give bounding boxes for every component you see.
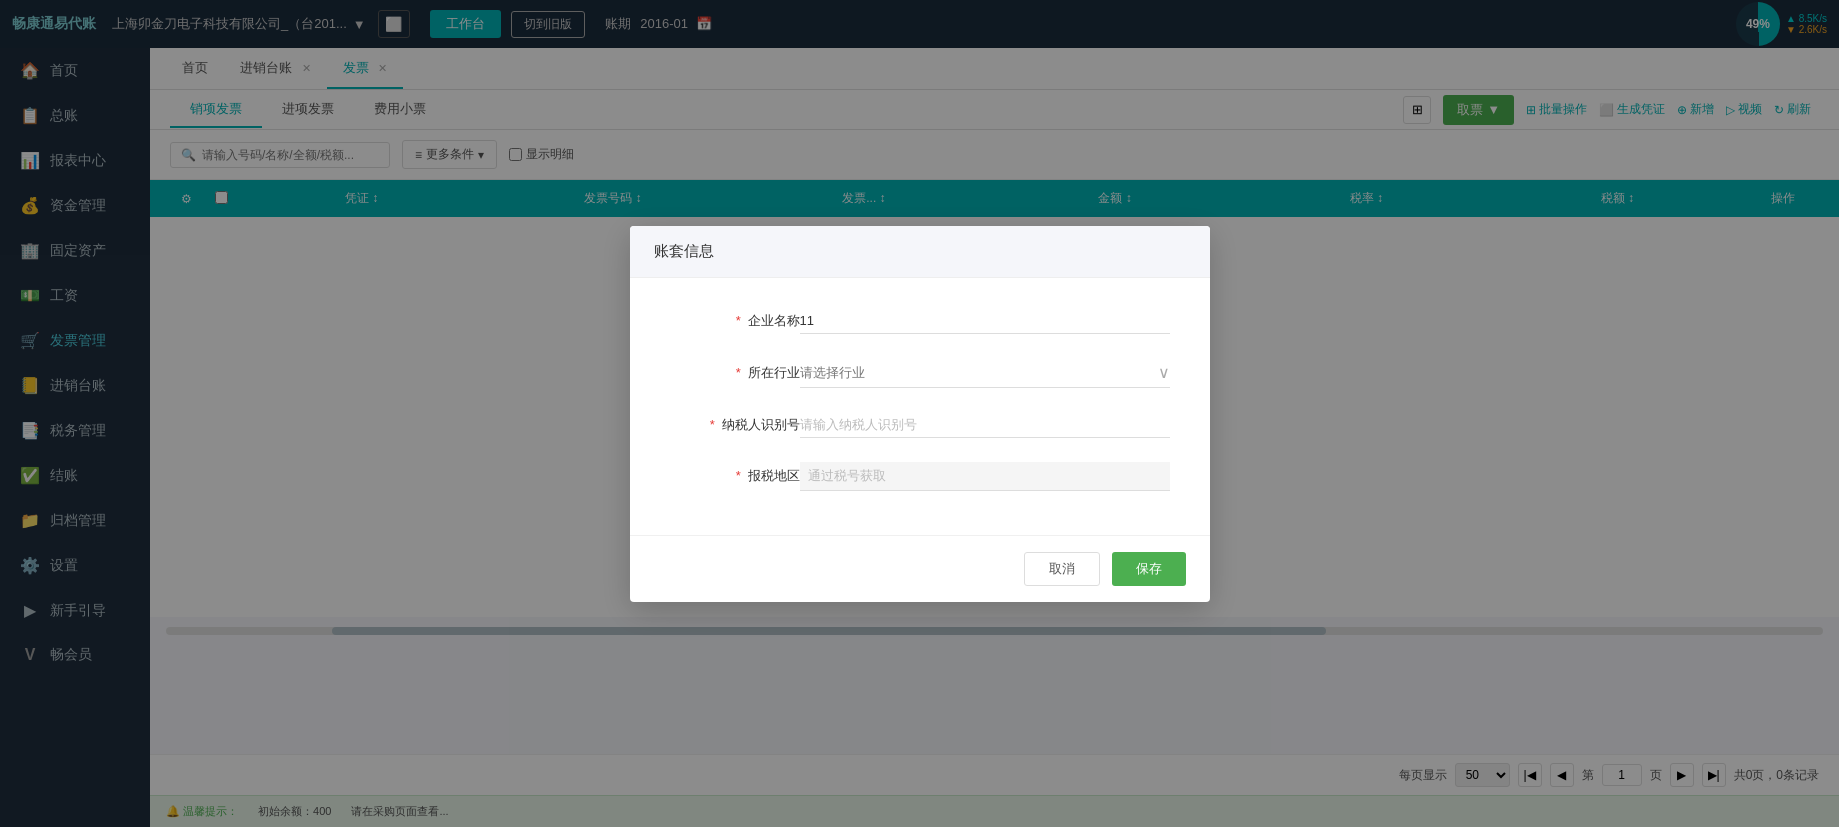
modal-title: 账套信息 xyxy=(630,226,1210,278)
company-name-label: * 企业名称 xyxy=(670,312,800,330)
tax-id-label: * 纳税人识别号 xyxy=(670,416,800,434)
modal-footer: 取消 保存 xyxy=(630,535,1210,602)
tax-region-display: 通过税号获取 xyxy=(800,462,1170,491)
industry-label: * 所在行业 xyxy=(670,364,800,382)
modal-overlay: 账套信息 * 企业名称 * 所在行业 ∨ xyxy=(0,0,1839,827)
tax-region-label: * 报税地区 xyxy=(670,467,800,485)
industry-input[interactable] xyxy=(800,365,1158,380)
industry-row: * 所在行业 ∨ xyxy=(670,358,1170,388)
chevron-down-icon: ∨ xyxy=(1158,363,1170,382)
cancel-button[interactable]: 取消 xyxy=(1024,552,1100,586)
tax-region-row: * 报税地区 通过税号获取 xyxy=(670,462,1170,491)
save-button[interactable]: 保存 xyxy=(1112,552,1186,586)
tax-id-row: * 纳税人识别号 xyxy=(670,412,1170,438)
company-name-row: * 企业名称 xyxy=(670,308,1170,334)
company-name-input[interactable] xyxy=(800,308,1170,334)
modal-body: * 企业名称 * 所在行业 ∨ * 纳税人识别号 xyxy=(630,278,1210,535)
industry-select[interactable]: ∨ xyxy=(800,358,1170,388)
tax-id-input[interactable] xyxy=(800,412,1170,438)
account-info-modal: 账套信息 * 企业名称 * 所在行业 ∨ xyxy=(630,226,1210,602)
